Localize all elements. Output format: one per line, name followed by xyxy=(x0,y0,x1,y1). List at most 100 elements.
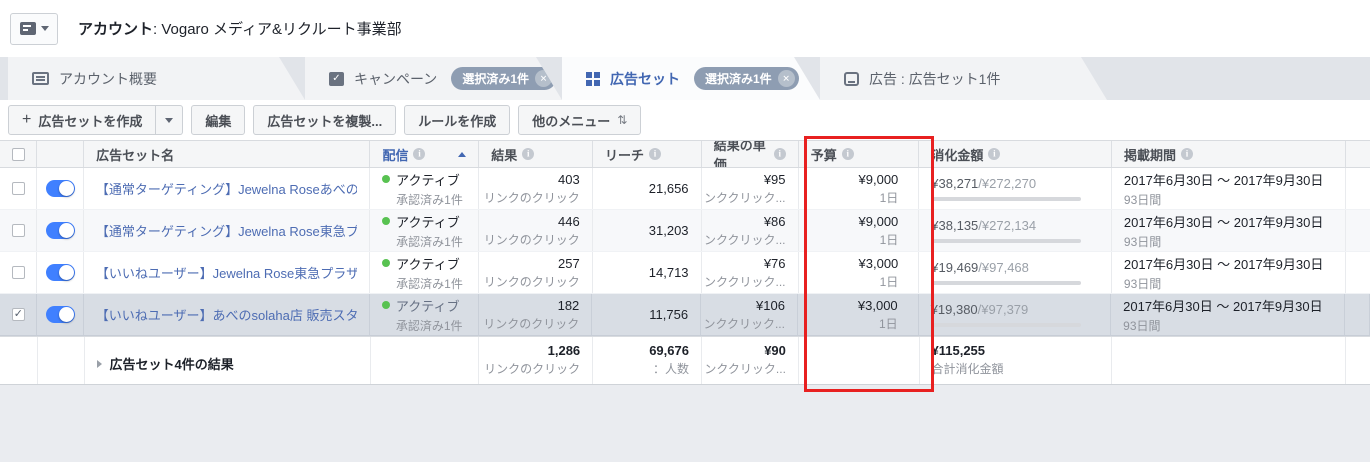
info-icon[interactable] xyxy=(413,148,426,160)
edit-button[interactable]: 編集 xyxy=(191,105,246,135)
billing-card-icon xyxy=(19,22,36,35)
badge-label: 選択済み1件 xyxy=(462,72,529,86)
summary-reach-cell: 69,676 ：人数 xyxy=(593,337,702,384)
spend-progress-bar xyxy=(931,197,1082,201)
expand-triangle-icon xyxy=(96,359,102,368)
delivery-status: アクティブ xyxy=(382,212,466,231)
more-menu-label: 他のメニュー xyxy=(532,113,611,129)
budget-cell: ¥9,000 1日 xyxy=(799,168,920,209)
summary-end-cell xyxy=(1346,337,1370,384)
account-title: アカウント: Vogaro メディア&リクルート事業部 xyxy=(78,18,402,39)
toolbar: + 広告セットを作成 編集 広告セットを複製... ルールを作成 他のメニュー … xyxy=(0,100,1370,140)
toggle-header-cell xyxy=(37,141,85,167)
header-schedule[interactable]: 掲載期間 xyxy=(1112,141,1346,167)
tab-campaigns[interactable]: キャンペーン 選択済み1件 xyxy=(305,57,562,100)
adset-name-link[interactable]: 【通常ターゲティング】Jewelna Roseあべのsol... xyxy=(96,179,357,198)
row-end-cell xyxy=(1346,168,1370,209)
amount-spent-cell: ¥38,135/¥272,134 xyxy=(919,210,1112,251)
header-adset-name[interactable]: 広告セット名 xyxy=(84,141,371,167)
summary-results-cell: 1,286 リンクのクリック xyxy=(479,337,594,384)
selected-count-badge[interactable]: 選択済み1件 xyxy=(451,67,556,90)
info-icon[interactable] xyxy=(522,148,535,160)
schedule-cell: 2017年6月30日 ～ 2017年9月30日 93日間 xyxy=(1112,168,1346,209)
adset-name-link[interactable]: 【通常ターゲティング】Jewelna Rose東急プラ... xyxy=(96,221,357,240)
spend-progress-bar xyxy=(931,281,1082,285)
row-end-cell xyxy=(1346,210,1370,251)
duplicate-adset-button[interactable]: 広告セットを複製... xyxy=(253,105,397,135)
adset-name-link[interactable]: 【いいねユーザー】Jewelna Rose東急プラザ表... xyxy=(96,263,357,282)
schedule-cell: 2017年6月30日 ～ 2017年9月30日 93日間 xyxy=(1111,294,1346,335)
row-toggle-cell xyxy=(37,252,84,293)
adset-active-toggle[interactable] xyxy=(45,306,75,323)
delivery-cell: アクティブ 承認済み1件 xyxy=(370,252,479,293)
spent-value: ¥38,271/¥272,270 xyxy=(931,176,1037,191)
adset-name-link[interactable]: 【いいねユーザー】あべのsolaha店 販売スタッフ xyxy=(96,305,357,324)
summary-row: 広告セット4件の結果 1,286リンクのクリック 69,676：人数 ¥90リン… xyxy=(0,336,1370,385)
approval-status: 承認済み1件 xyxy=(396,276,463,291)
info-icon[interactable] xyxy=(773,148,786,160)
adset-name-cell: 【いいねユーザー】あべのsolaha店 販売スタッフ xyxy=(84,294,370,335)
summary-name-cell[interactable]: 広告セット4件の結果 xyxy=(85,337,371,384)
clear-selection-icon[interactable] xyxy=(778,70,795,87)
table-row: 【いいねユーザー】Jewelna Rose東急プラザ表... アクティブ 承認済… xyxy=(0,252,1370,294)
create-adset-button[interactable]: + 広告セットを作成 xyxy=(8,105,157,135)
header-delivery[interactable]: 配信 xyxy=(370,141,480,167)
reach-cell: 31,203 xyxy=(593,210,702,251)
active-status-dot-icon xyxy=(382,175,391,183)
account-menu-button[interactable] xyxy=(10,12,58,45)
delivery-status: アクティブ xyxy=(382,254,466,273)
select-all-checkbox[interactable] xyxy=(11,147,25,161)
tab-ad-sets[interactable]: 広告セット 選択済み1件 xyxy=(562,57,820,100)
account-overview-icon xyxy=(32,72,49,85)
row-check-cell xyxy=(0,210,38,251)
adset-active-toggle[interactable] xyxy=(45,222,75,239)
caret-down-icon xyxy=(165,117,174,123)
spent-value: ¥38,135/¥272,134 xyxy=(931,218,1037,233)
adset-active-toggle[interactable] xyxy=(45,180,75,197)
header-amount-spent[interactable]: 消化金額 xyxy=(919,141,1112,167)
header-end-cell xyxy=(1346,141,1370,167)
schedule-cell: 2017年6月30日 ～ 2017年9月30日 93日間 xyxy=(1112,210,1346,251)
up-down-arrows-icon: ⇅ xyxy=(617,113,628,127)
row-checkbox-checked[interactable] xyxy=(11,307,25,321)
header-reach[interactable]: リーチ xyxy=(593,141,702,167)
row-end-cell xyxy=(1346,252,1370,293)
info-icon[interactable] xyxy=(1181,148,1193,160)
header-budget[interactable]: 予算 xyxy=(799,141,920,167)
approval-status: 承認済み1件 xyxy=(396,192,463,207)
ad-sets-grid-icon xyxy=(586,72,600,86)
tab-ads[interactable]: 広告 : 広告セット1件 xyxy=(820,57,1107,100)
adset-table: 広告セット名 配信 結果 リーチ 結果の単価 予算 消化金額 掲載期間 【通常タ… xyxy=(0,136,1370,392)
row-checkbox[interactable] xyxy=(11,182,25,195)
row-toggle-cell xyxy=(37,168,84,209)
more-menu-button[interactable]: 他のメニュー ⇅ xyxy=(518,105,642,135)
cost-per-result-cell: ¥76リンククリック... xyxy=(702,252,799,293)
selected-count-badge[interactable]: 選択済み1件 xyxy=(694,67,799,90)
info-icon[interactable] xyxy=(841,148,854,160)
active-status-dot-icon xyxy=(382,259,391,267)
row-checkbox[interactable] xyxy=(11,224,25,237)
create-rule-button[interactable]: ルールを作成 xyxy=(404,105,511,135)
amount-spent-cell: ¥38,271/¥272,270 xyxy=(919,168,1112,209)
header-results[interactable]: 結果 xyxy=(479,141,593,167)
row-check-cell xyxy=(0,294,38,335)
approval-status: 承認済み1件 xyxy=(396,234,463,249)
top-bar: アカウント: Vogaro メディア&リクルート事業部 xyxy=(0,0,1370,57)
plus-icon: + xyxy=(22,111,32,128)
row-checkbox[interactable] xyxy=(11,266,25,279)
summary-schedule-cell xyxy=(1112,337,1347,384)
create-adset-dropdown-button[interactable] xyxy=(156,105,184,135)
create-adset-split-button: + 広告セットを作成 xyxy=(8,105,184,135)
adset-name-cell: 【いいねユーザー】Jewelna Rose東急プラザ表... xyxy=(84,252,371,293)
row-toggle-cell xyxy=(37,210,84,251)
table-header-row: 広告セット名 配信 結果 リーチ 結果の単価 予算 消化金額 掲載期間 xyxy=(0,140,1370,168)
active-status-dot-icon xyxy=(381,301,390,309)
info-icon[interactable] xyxy=(988,148,1001,160)
adset-active-toggle[interactable] xyxy=(45,264,75,281)
clear-selection-icon[interactable] xyxy=(535,70,552,87)
header-cost-per-result[interactable]: 結果の単価 xyxy=(702,141,799,167)
info-icon[interactable] xyxy=(648,148,661,160)
budget-cell: ¥3,000 1日 xyxy=(798,294,919,335)
tab-account-overview[interactable]: アカウント概要 xyxy=(8,57,305,100)
active-status-dot-icon xyxy=(382,217,391,225)
